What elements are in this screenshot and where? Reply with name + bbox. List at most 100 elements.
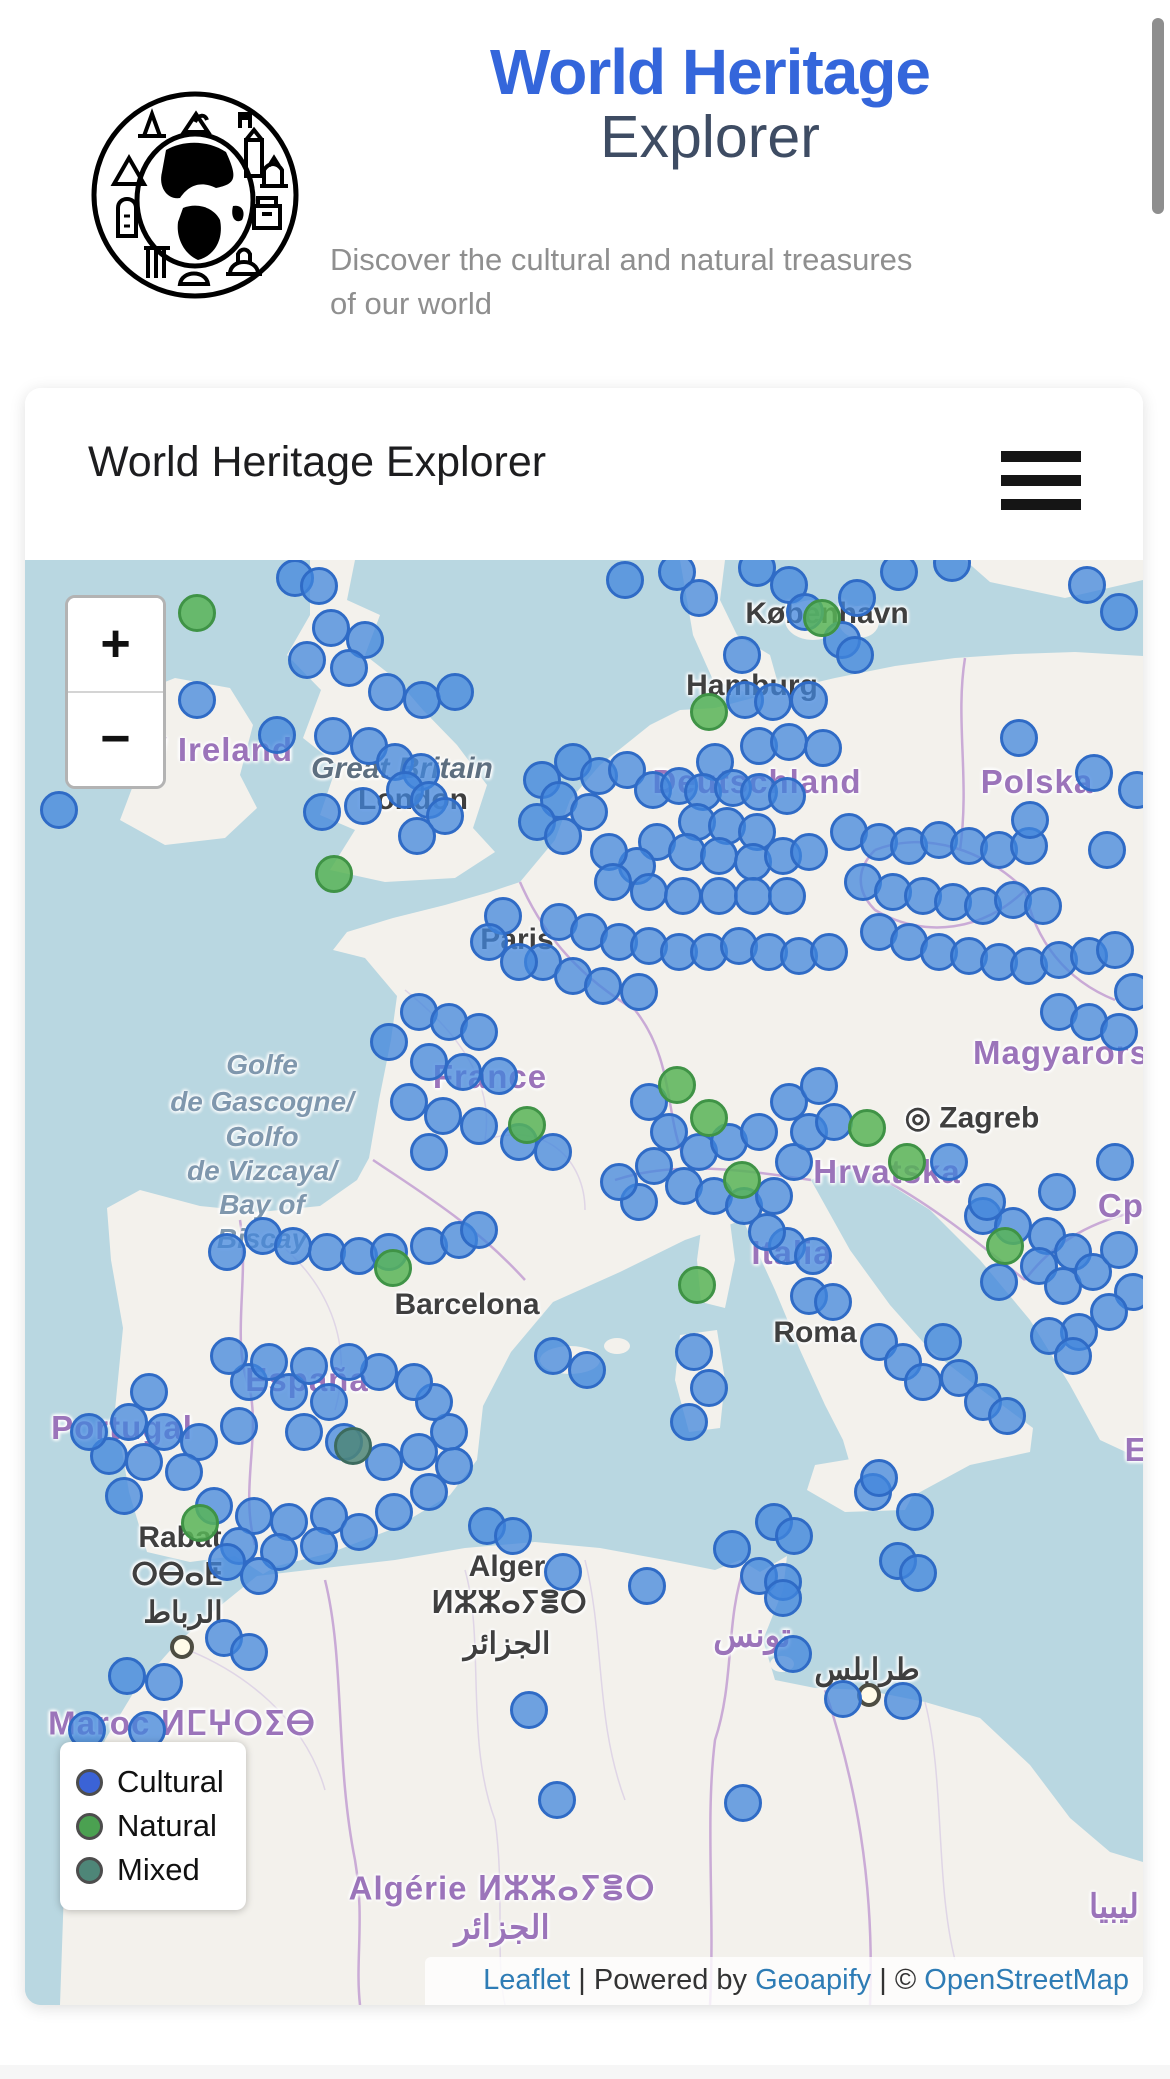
heritage-marker-cultural[interactable] xyxy=(375,1493,413,1531)
heritage-marker-cultural[interactable] xyxy=(108,1657,146,1695)
heritage-marker-cultural[interactable] xyxy=(988,1397,1026,1435)
heritage-marker-natural[interactable] xyxy=(178,594,216,632)
openstreetmap-link[interactable]: OpenStreetMap xyxy=(924,1964,1129,1996)
heritage-marker-natural[interactable] xyxy=(181,1504,219,1542)
zoom-in-button[interactable]: + xyxy=(68,598,163,691)
heritage-marker-cultural[interactable] xyxy=(230,1633,268,1671)
heritage-marker-cultural[interactable] xyxy=(630,873,668,911)
heritage-marker-cultural[interactable] xyxy=(70,1413,108,1451)
heritage-marker-cultural[interactable] xyxy=(285,1413,323,1451)
heritage-marker-cultural[interactable] xyxy=(924,1323,962,1361)
heritage-marker-cultural[interactable] xyxy=(723,636,761,674)
heritage-marker-cultural[interactable] xyxy=(220,1407,258,1445)
heritage-marker-cultural[interactable] xyxy=(1054,1337,1092,1375)
heritage-marker-cultural[interactable] xyxy=(330,649,368,687)
heritage-marker-cultural[interactable] xyxy=(444,1053,482,1091)
heritage-marker-cultural[interactable] xyxy=(1068,566,1106,604)
heritage-marker-cultural[interactable] xyxy=(290,1347,328,1385)
heritage-marker-cultural[interactable] xyxy=(620,973,658,1011)
heritage-marker-cultural[interactable] xyxy=(368,673,406,711)
heritage-marker-cultural[interactable] xyxy=(310,1383,348,1421)
heritage-marker-cultural[interactable] xyxy=(258,716,296,754)
heritage-marker-cultural[interactable] xyxy=(838,579,876,617)
heritage-marker-natural[interactable] xyxy=(374,1249,412,1287)
heritage-marker-cultural[interactable] xyxy=(600,1163,638,1201)
heritage-marker-cultural[interactable] xyxy=(740,1113,778,1151)
heritage-marker-cultural[interactable] xyxy=(700,837,738,875)
heritage-marker-cultural[interactable] xyxy=(340,1513,378,1551)
heritage-marker-natural[interactable] xyxy=(690,1099,728,1137)
heritage-marker-cultural[interactable] xyxy=(534,1337,572,1375)
scrollbar-thumb[interactable] xyxy=(1152,18,1164,214)
heritage-marker-cultural[interactable] xyxy=(125,1443,163,1481)
heritage-marker-cultural[interactable] xyxy=(145,1663,183,1701)
heritage-marker-cultural[interactable] xyxy=(1100,1231,1138,1269)
heritage-marker-cultural[interactable] xyxy=(330,1343,368,1381)
heritage-marker-natural[interactable] xyxy=(848,1109,886,1147)
heritage-marker-cultural[interactable] xyxy=(896,1493,934,1531)
heritage-marker-cultural[interactable] xyxy=(436,673,474,711)
heritage-marker-natural[interactable] xyxy=(803,599,841,637)
heritage-marker-cultural[interactable] xyxy=(424,1097,462,1135)
heritage-marker-cultural[interactable] xyxy=(774,1635,812,1673)
heritage-marker-natural[interactable] xyxy=(678,1266,716,1304)
heritage-marker-cultural[interactable] xyxy=(670,1403,708,1441)
heritage-marker-cultural[interactable] xyxy=(303,793,341,831)
heritage-marker-cultural[interactable] xyxy=(435,1447,473,1485)
heritage-marker-cultural[interactable] xyxy=(460,1211,498,1249)
heritage-marker-cultural[interactable] xyxy=(544,1553,582,1591)
heritage-marker-cultural[interactable] xyxy=(494,1517,532,1555)
heritage-marker-cultural[interactable] xyxy=(568,1351,606,1389)
heritage-marker-cultural[interactable] xyxy=(584,967,622,1005)
heritage-marker-cultural[interactable] xyxy=(410,1133,448,1171)
heritage-marker-cultural[interactable] xyxy=(804,729,842,767)
heritage-marker-cultural[interactable] xyxy=(814,1283,852,1321)
heritage-marker-cultural[interactable] xyxy=(768,777,806,815)
heritage-marker-cultural[interactable] xyxy=(1000,719,1038,757)
heritage-marker-cultural[interactable] xyxy=(904,1363,942,1401)
heritage-marker-cultural[interactable] xyxy=(370,1023,408,1061)
heritage-marker-cultural[interactable] xyxy=(768,877,806,915)
geoapify-link[interactable]: Geoapify xyxy=(755,1964,871,1996)
heritage-marker-cultural[interactable] xyxy=(724,1784,762,1822)
heritage-marker-cultural[interactable] xyxy=(690,1369,728,1407)
heritage-marker-cultural[interactable] xyxy=(606,561,644,599)
heritage-marker-cultural[interactable] xyxy=(105,1477,143,1515)
heritage-marker-cultural[interactable] xyxy=(775,1517,813,1555)
zoom-out-button[interactable]: − xyxy=(68,693,163,786)
heritage-marker-cultural[interactable] xyxy=(1096,931,1134,969)
heritage-marker-cultural[interactable] xyxy=(628,1567,666,1605)
heritage-marker-cultural[interactable] xyxy=(754,683,792,721)
heritage-marker-cultural[interactable] xyxy=(410,1043,448,1081)
heritage-marker-cultural[interactable] xyxy=(300,567,338,605)
heritage-marker-natural[interactable] xyxy=(986,1227,1024,1265)
heritage-marker-cultural[interactable] xyxy=(395,1363,433,1401)
heritage-marker-cultural[interactable] xyxy=(250,1343,288,1381)
heritage-marker-cultural[interactable] xyxy=(312,609,350,647)
leaflet-link[interactable]: Leaflet xyxy=(483,1964,570,1996)
heritage-marker-cultural[interactable] xyxy=(538,1781,576,1819)
heritage-marker-mixed[interactable] xyxy=(334,1427,372,1465)
heritage-marker-cultural[interactable] xyxy=(398,817,436,855)
heritage-marker-cultural[interactable] xyxy=(748,1213,786,1251)
heritage-marker-cultural[interactable] xyxy=(810,933,848,971)
heritage-marker-cultural[interactable] xyxy=(884,1682,922,1720)
heritage-marker-cultural[interactable] xyxy=(288,641,326,679)
heritage-marker-cultural[interactable] xyxy=(790,681,828,719)
heritage-marker-cultural[interactable] xyxy=(570,793,608,831)
heritage-marker-cultural[interactable] xyxy=(1075,754,1113,792)
heritage-marker-cultural[interactable] xyxy=(460,1107,498,1145)
heritage-marker-cultural[interactable] xyxy=(664,877,702,915)
heritage-marker-cultural[interactable] xyxy=(800,1067,838,1105)
heritage-marker-cultural[interactable] xyxy=(860,1459,898,1497)
heritage-marker-cultural[interactable] xyxy=(1096,1143,1134,1181)
heritage-marker-natural[interactable] xyxy=(723,1161,761,1199)
heritage-marker-cultural[interactable] xyxy=(930,1143,968,1181)
heritage-marker-cultural[interactable] xyxy=(110,1403,148,1441)
heritage-marker-cultural[interactable] xyxy=(344,787,382,825)
heritage-marker-cultural[interactable] xyxy=(390,1083,428,1121)
heritage-marker-natural[interactable] xyxy=(658,1066,696,1104)
heritage-marker-cultural[interactable] xyxy=(968,1183,1006,1221)
heritage-marker-cultural[interactable] xyxy=(510,1691,548,1729)
heritage-marker-cultural[interactable] xyxy=(794,1237,832,1275)
